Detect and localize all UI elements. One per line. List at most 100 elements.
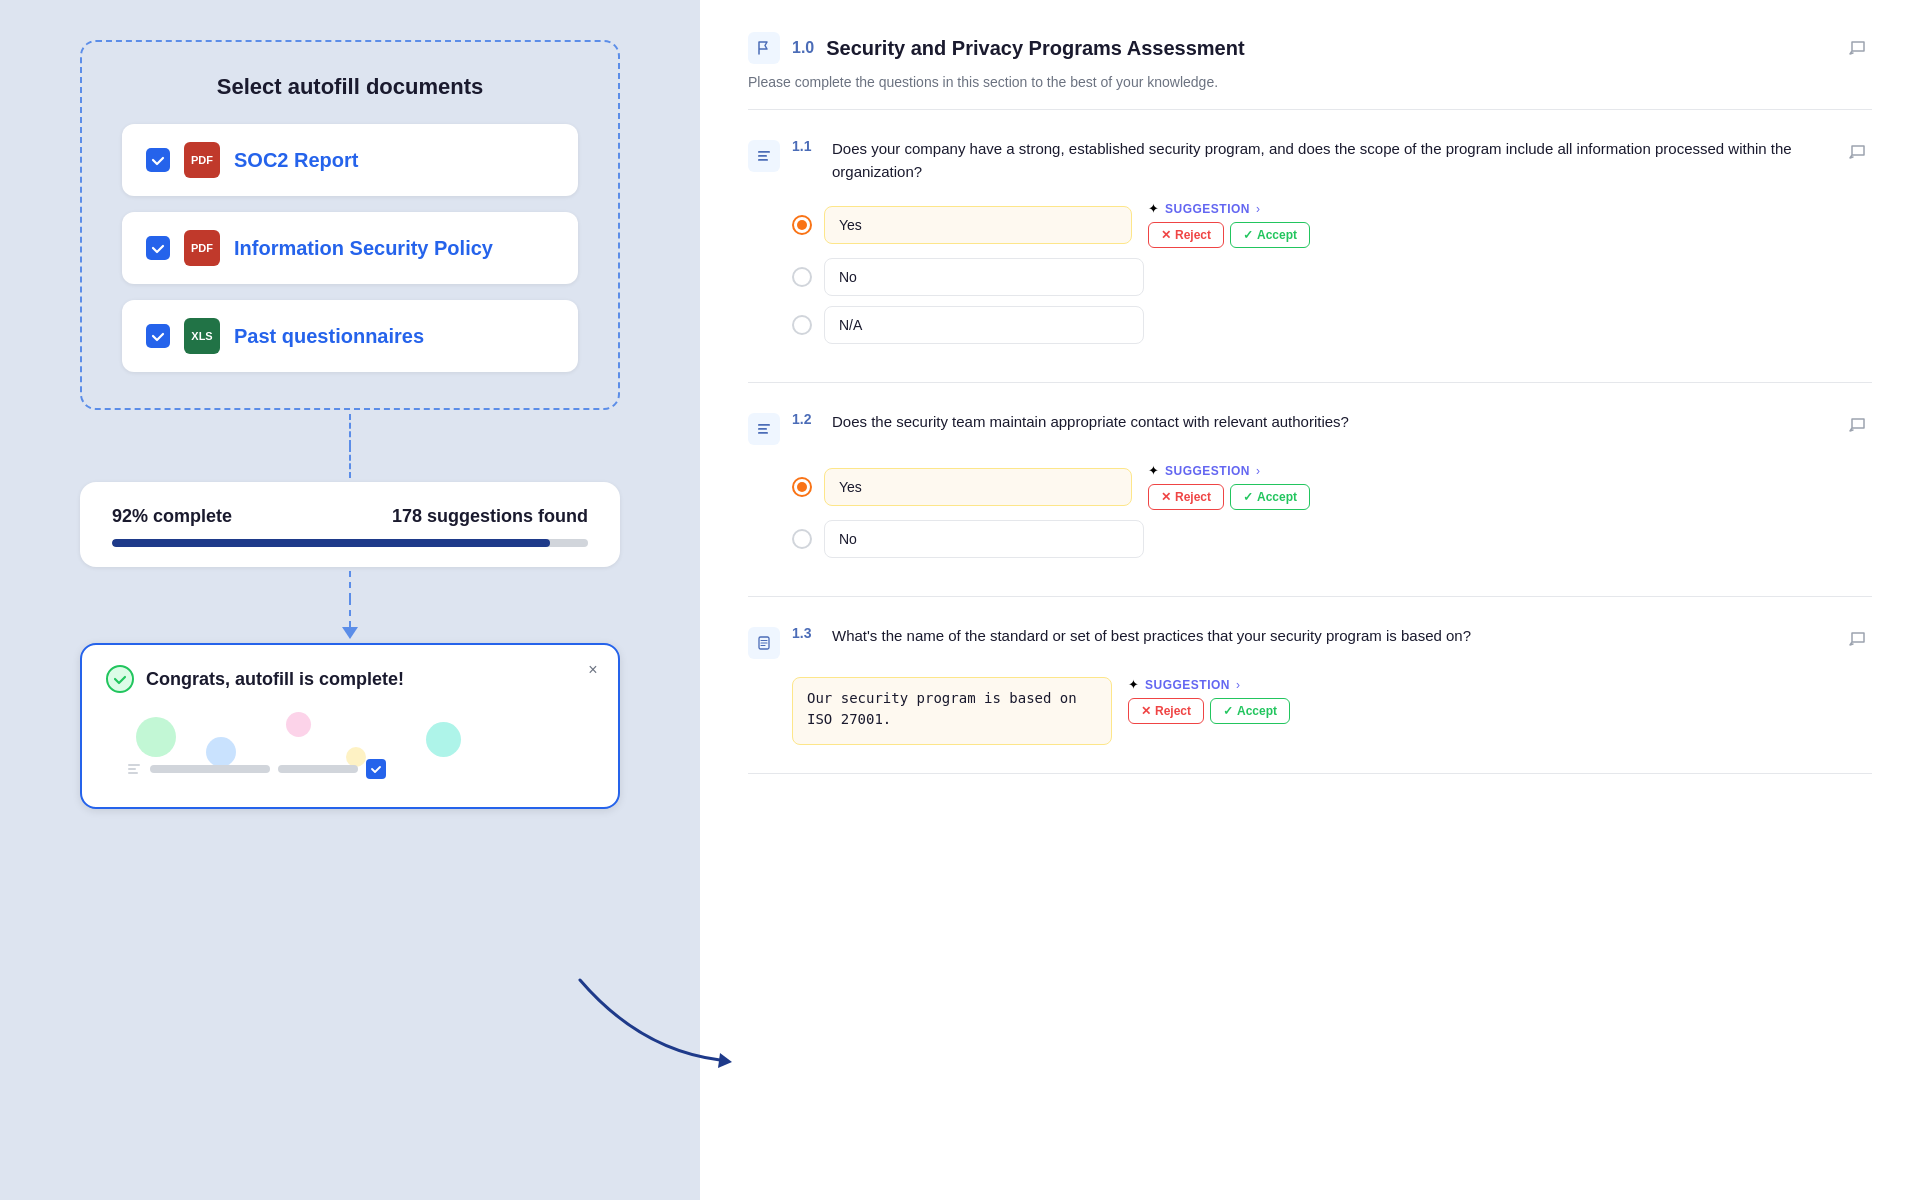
svg-rect-6 xyxy=(758,159,768,161)
blob-pink xyxy=(286,712,311,737)
suggestion-panel-1-3: ✦ SUGGESTION › ✕ Reject ✓ Accept xyxy=(1128,677,1290,724)
radio-yes-1-2[interactable] xyxy=(792,477,812,497)
reject-button-1-2[interactable]: ✕ Reject xyxy=(1148,484,1224,510)
question-left-1-1: 1.1 Does your company have a strong, est… xyxy=(748,138,1844,183)
radio-na-1-1[interactable] xyxy=(792,315,812,335)
radio-no-1-2[interactable] xyxy=(792,529,812,549)
checkbox-soc2[interactable] xyxy=(146,148,170,172)
flag-icon xyxy=(748,32,780,64)
question-num-1-3: 1.3 xyxy=(792,625,820,641)
autofill-documents-box: Select autofill documents PDF SOC2 Repor… xyxy=(80,40,620,410)
question-comment-button-1-3[interactable] xyxy=(1844,625,1872,653)
curved-arrow-container xyxy=(560,970,740,1090)
section-desc: Please complete the questions in this se… xyxy=(748,72,1872,93)
svg-rect-2 xyxy=(128,772,138,774)
radio-yes-1-1[interactable] xyxy=(792,215,812,235)
progress-complete: 92% complete xyxy=(112,506,232,527)
blob-green xyxy=(136,717,176,757)
answer-na-1-1[interactable] xyxy=(824,306,1144,344)
arrow-head xyxy=(342,627,358,639)
dash-line-2 xyxy=(349,446,351,478)
section-header: 1.0 Security and Privacy Programs Assess… xyxy=(748,0,1872,110)
answer-no-1-2[interactable] xyxy=(824,520,1144,558)
congrats-box: × Congrats, autofill is complete! xyxy=(80,643,620,809)
list-icon-1-2 xyxy=(748,413,780,445)
accept-button-1-1[interactable]: ✓ Accept xyxy=(1230,222,1310,248)
doc-label-soc2: SOC2 Report xyxy=(234,149,358,172)
reject-button-1-1[interactable]: ✕ Reject xyxy=(1148,222,1224,248)
svg-rect-4 xyxy=(758,151,770,153)
section-title-row: 1.0 Security and Privacy Programs Assess… xyxy=(748,32,1872,64)
question-comment-button-1-1[interactable] xyxy=(1844,138,1872,166)
suggestion-header-1-3[interactable]: ✦ SUGGESTION › xyxy=(1128,677,1240,692)
answer-option-na-1-1 xyxy=(792,306,1872,344)
answer-no-1-1[interactable] xyxy=(824,258,1144,296)
answer-textarea-1-3[interactable]: Our security program is based on ISO 270… xyxy=(792,677,1112,745)
suggestion-actions-1-2: ✕ Reject ✓ Accept xyxy=(1148,484,1310,510)
reject-x-icon-1-2: ✕ xyxy=(1161,490,1171,504)
radio-no-1-1[interactable] xyxy=(792,267,812,287)
suggestion-label-1-2: SUGGESTION xyxy=(1165,464,1250,478)
suggestion-chevron-1-1: › xyxy=(1256,202,1260,216)
suggestion-label-1-1: SUGGESTION xyxy=(1165,202,1250,216)
mini-list-icon xyxy=(126,761,142,777)
checkbox-isp[interactable] xyxy=(146,236,170,260)
answer-options-1-2: ✦ SUGGESTION › ✕ Reject ✓ Accept xyxy=(748,463,1872,558)
question-left-1-3: 1.3 What's the name of the standard or s… xyxy=(748,625,1844,659)
xlsx-icon-pq: XLS xyxy=(184,318,220,354)
section-comment-button[interactable] xyxy=(1844,34,1872,62)
progress-stats: 92% complete 178 suggestions found xyxy=(112,506,588,527)
check-circle-icon xyxy=(106,665,134,693)
arrow-dash-2 xyxy=(349,599,351,627)
close-icon: × xyxy=(588,661,597,679)
sparkle-icon-1-3: ✦ xyxy=(1128,677,1139,692)
doc-item-soc2[interactable]: PDF SOC2 Report xyxy=(122,124,578,196)
arrow-down xyxy=(342,571,358,639)
progress-suggestions: 178 suggestions found xyxy=(392,506,588,527)
sparkle-icon-1-2: ✦ xyxy=(1148,463,1159,478)
congrats-close-button[interactable]: × xyxy=(582,659,604,681)
doc-item-isp[interactable]: PDF Information Security Policy xyxy=(122,212,578,284)
suggestion-actions-1-1: ✕ Reject ✓ Accept xyxy=(1148,222,1310,248)
suggestion-chevron-1-3: › xyxy=(1236,678,1240,692)
question-num-1-2: 1.2 xyxy=(792,411,820,427)
mini-check-icon xyxy=(366,759,386,779)
suggestion-header-1-2[interactable]: ✦ SUGGESTION › xyxy=(1148,463,1260,478)
congrats-title: Congrats, autofill is complete! xyxy=(146,669,404,690)
congrats-decoration xyxy=(106,707,594,787)
autofill-title: Select autofill documents xyxy=(217,74,484,100)
doc-item-pq[interactable]: XLS Past questionnaires xyxy=(122,300,578,372)
answer-option-no-1-2 xyxy=(792,520,1872,558)
answer-yes-1-2[interactable] xyxy=(824,468,1132,506)
arrow-dash-1 xyxy=(349,571,351,599)
doc-label-pq: Past questionnaires xyxy=(234,325,424,348)
accept-button-1-3[interactable]: ✓ Accept xyxy=(1210,698,1290,724)
pdf-icon-isp: PDF xyxy=(184,230,220,266)
question-comment-button-1-2[interactable] xyxy=(1844,411,1872,439)
question-text-1-3: What's the name of the standard or set o… xyxy=(832,625,1844,648)
svg-rect-0 xyxy=(128,764,140,766)
answer-yes-1-1[interactable] xyxy=(824,206,1132,244)
checkbox-pq[interactable] xyxy=(146,324,170,348)
mini-bar-2 xyxy=(278,765,358,773)
accept-check-icon-1-2: ✓ xyxy=(1243,490,1253,504)
reject-button-1-3[interactable]: ✕ Reject xyxy=(1128,698,1204,724)
left-panel: Select autofill documents PDF SOC2 Repor… xyxy=(0,0,700,1200)
suggestion-panel-1-1: ✦ SUGGESTION › ✕ Reject ✓ Accept xyxy=(1148,201,1310,248)
section-title: Security and Privacy Programs Assessment xyxy=(826,37,1244,60)
question-header-1-3: 1.3 What's the name of the standard or s… xyxy=(748,625,1872,659)
answer-option-no-1-1 xyxy=(792,258,1872,296)
progress-box: 92% complete 178 suggestions found xyxy=(80,482,620,567)
suggestion-label-1-3: SUGGESTION xyxy=(1145,678,1230,692)
suggestion-header-1-1[interactable]: ✦ SUGGESTION › xyxy=(1148,201,1260,216)
svg-marker-3 xyxy=(718,1053,732,1068)
curved-arrow xyxy=(560,970,740,1090)
sparkle-icon-1-1: ✦ xyxy=(1148,201,1159,216)
question-block-1-2: 1.2 Does the security team maintain appr… xyxy=(748,383,1872,597)
reject-x-icon-1-1: ✕ xyxy=(1161,228,1171,242)
accept-button-1-2[interactable]: ✓ Accept xyxy=(1230,484,1310,510)
doc-label-isp: Information Security Policy xyxy=(234,237,493,260)
answer-with-suggestion-1-3: Our security program is based on ISO 270… xyxy=(748,677,1872,745)
svg-rect-8 xyxy=(758,428,767,430)
dash-line-1 xyxy=(349,414,351,446)
